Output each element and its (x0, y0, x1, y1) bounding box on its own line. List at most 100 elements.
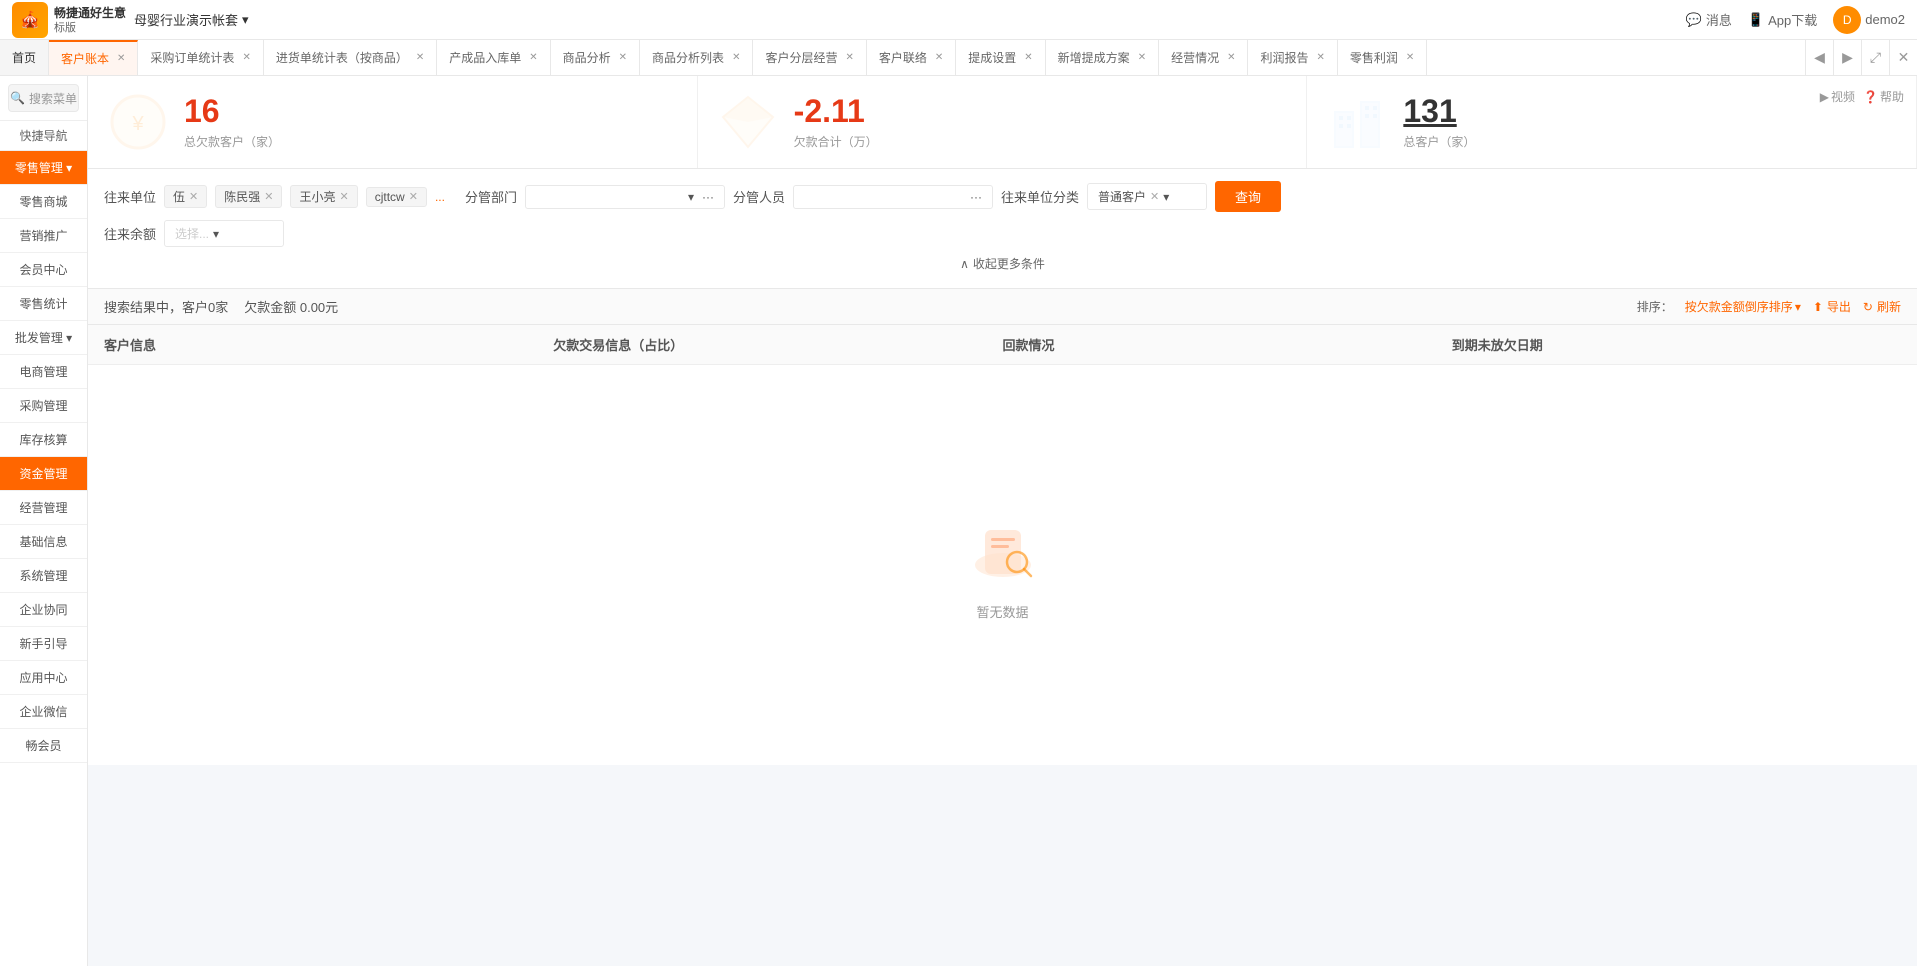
svg-text:¥: ¥ (131, 113, 144, 135)
tab-next-button[interactable]: ▶ (1833, 40, 1861, 76)
tag-close-cjttcw[interactable]: ✕ (409, 190, 418, 203)
chevron-down-icon: ▾ (688, 190, 694, 204)
chevron-up-icon: ∧ (960, 257, 969, 271)
stat-value-total-customers[interactable]: 131 (1403, 95, 1475, 127)
sidebar-item-yingyong-zhongxin[interactable]: 应用中心 (0, 661, 87, 695)
video-help-button[interactable]: ▶ 视频 (1820, 88, 1855, 105)
tag-close-chenminqiang[interactable]: ✕ (264, 190, 273, 203)
query-button[interactable]: 查询 (1215, 181, 1281, 212)
filter-tag-chenminqiang[interactable]: 陈民强 ✕ (215, 185, 282, 208)
user-name: demo2 (1865, 12, 1905, 27)
tab-close-jinhuo-tongji[interactable]: ✕ (416, 52, 424, 63)
tab-close-kehu-benzi[interactable]: ✕ (117, 53, 125, 64)
tag-close-luc[interactable]: ✕ (189, 190, 198, 203)
tab-kehu-benzi[interactable]: 客户账本 ✕ (49, 40, 138, 76)
sidebar-item-lingshoutongji[interactable]: 零售统计 (0, 287, 87, 321)
filter-more-tags[interactable]: ... (435, 190, 445, 204)
tab-close-kehu-lianxi[interactable]: ✕ (935, 52, 943, 63)
filter-tag-luc[interactable]: 伍 ✕ (164, 185, 207, 208)
tab-shangpin-liebo[interactable]: 商品分析列表 ✕ (640, 40, 753, 76)
tab-caigou-tongji[interactable]: 采购订单统计表 ✕ (138, 40, 263, 76)
tab-ticheng-shezhi[interactable]: 提成设置 ✕ (956, 40, 1045, 76)
user-area[interactable]: D demo2 (1833, 6, 1905, 34)
sidebar-item-zijin-guanli[interactable]: 资金管理 (0, 457, 87, 491)
tab-jinhuo-tongji[interactable]: 进货单统计表（按商品） ✕ (264, 40, 437, 76)
sidebar-item-huiyuan-zhongxin[interactable]: 会员中心 (0, 253, 87, 287)
sidebar-item-xinshou-yindao[interactable]: 新手引导 (0, 627, 87, 661)
sidebar-item-chang-huiyuan[interactable]: 畅会员 (0, 729, 87, 763)
sidebar-item-xitong-guanli[interactable]: 系统管理 (0, 559, 87, 593)
stat-card-help: ▶ 视频 ❓ 帮助 (1820, 88, 1904, 105)
export-button[interactable]: ⬆ 导出 (1813, 298, 1851, 315)
help-icon: ❓ (1863, 90, 1878, 104)
tab-jingying-qingkuang[interactable]: 经营情况 ✕ (1159, 40, 1248, 76)
person-select[interactable]: ··· (793, 185, 993, 209)
category-select[interactable]: 普通客户 ✕ ▾ (1087, 183, 1207, 210)
topbar: 🎪 畅捷通好生意 标版 母婴行业演示帐套 ▾ 💬 消息 📱 App下载 D de… (0, 0, 1917, 40)
tab-prev-button[interactable]: ◀ (1805, 40, 1833, 76)
empty-text: 暂无数据 (976, 602, 1028, 621)
tab-lirun-baogao[interactable]: 利润报告 ✕ (1248, 40, 1337, 76)
results-bar-right: 排序： 按欠款金额倒序排序 ▾ ⬆ 导出 ↻ 刷新 (1637, 298, 1901, 315)
tag-close-category[interactable]: ✕ (1150, 190, 1159, 203)
tab-close-chancheng-ruku[interactable]: ✕ (529, 52, 537, 63)
results-summary: 搜索结果中，客户0家 (104, 297, 228, 316)
tab-shangpin-fenxi[interactable]: 商品分析 ✕ (551, 40, 640, 76)
tab-close-shangpin-fenxi[interactable]: ✕ (619, 52, 627, 63)
topbar-selector[interactable]: 母婴行业演示帐套 ▾ (134, 10, 249, 29)
tab-close-kehu-fenceng[interactable]: ✕ (845, 52, 853, 63)
download-icon: 📱 (1748, 12, 1764, 28)
sidebar-item-lingshouguan-li[interactable]: 零售管理 ▾ (0, 151, 87, 185)
doc-help-button[interactable]: ❓ 帮助 (1863, 88, 1904, 105)
tab-lingshoul-irun[interactable]: 零售利润 ✕ (1338, 40, 1427, 76)
stat-card-total-customers: 131 总客户（家） ▶ 视频 ❓ 帮助 (1307, 76, 1917, 168)
tab-home[interactable]: 首页 (0, 40, 49, 76)
chevron-down-icon-amount: ▾ (213, 227, 219, 241)
sidebar-item-jingying-guanli[interactable]: 经营管理 (0, 491, 87, 525)
tab-close-ticheng-shezhi[interactable]: ✕ (1024, 52, 1032, 63)
tab-close-jingying-qingkuang[interactable]: ✕ (1227, 52, 1235, 63)
building-icon (1327, 92, 1387, 152)
amount-select[interactable]: 选择... ▾ (164, 220, 284, 247)
tab-kehu-fenceng[interactable]: 客户分层经营 ✕ (753, 40, 866, 76)
sidebar-item-yingxiao-tuiguang[interactable]: 营销推广 (0, 219, 87, 253)
tab-close-xinzeng-ticheng[interactable]: ✕ (1138, 52, 1146, 63)
sidebar-item-qiye-weixin[interactable]: 企业微信 (0, 695, 87, 729)
tab-expand-button[interactable]: ⤢ (1861, 40, 1889, 76)
tab-actions: ◀ ▶ ⤢ ✕ (1805, 40, 1917, 76)
tab-close-lirun-baogao[interactable]: ✕ (1317, 52, 1325, 63)
filter-tag-wangxiaoliang[interactable]: 王小亮 ✕ (290, 185, 357, 208)
video-icon: ▶ (1820, 90, 1829, 104)
sidebar-item-qiye-xietong[interactable]: 企业协同 (0, 593, 87, 627)
sidebar-item-lingshouguan-shang[interactable]: 零售商城 (0, 185, 87, 219)
sidebar-item-pifa-guanli[interactable]: 批发管理 ▾ (0, 321, 87, 355)
filter-tag-cjttcw[interactable]: cjttcw ✕ (366, 187, 427, 207)
selector-text: 母婴行业演示帐套 (134, 10, 238, 29)
tab-chancheng-ruku[interactable]: 产成品入库单 ✕ (437, 40, 550, 76)
tab-close-lingshoul-irun[interactable]: ✕ (1406, 52, 1414, 63)
collapse-filter-button[interactable]: ∧ 收起更多条件 (104, 255, 1901, 272)
quick-nav-label: 快捷导航 (19, 129, 67, 143)
sidebar-item-dianshang-guanli[interactable]: 电商管理 (0, 355, 87, 389)
results-amount: 欠款金额 0.00元 (244, 297, 338, 316)
search-menu-button[interactable]: 🔍 搜索菜单 (8, 84, 79, 112)
refresh-button[interactable]: ↻ 刷新 (1863, 298, 1901, 315)
sort-select[interactable]: 按欠款金额倒序排序 ▾ (1685, 298, 1801, 315)
category-filter-label: 往来单位分类 (1001, 187, 1079, 206)
sidebar-item-caigou-guanli[interactable]: 采购管理 (0, 389, 87, 423)
quick-nav-button[interactable]: 快捷导航 (0, 121, 87, 151)
tag-close-wangxiaoliang[interactable]: ✕ (340, 190, 349, 203)
tab-xinzeng-ticheng[interactable]: 新增提成方案 ✕ (1046, 40, 1159, 76)
stat-label-debit-customers: 总欠款客户（家） (184, 133, 280, 150)
sidebar-item-jichu-xinxi[interactable]: 基础信息 (0, 525, 87, 559)
search-icon: 🔍 (10, 91, 25, 105)
tab-close-shangpin-liebo[interactable]: ✕ (732, 52, 740, 63)
unit-filter-label: 往来单位 (104, 187, 156, 206)
message-button[interactable]: 💬 消息 (1686, 10, 1732, 29)
app-download-button[interactable]: 📱 App下载 (1748, 10, 1817, 29)
tab-kehu-lianxi[interactable]: 客户联络 ✕ (867, 40, 956, 76)
tab-close-all-button[interactable]: ✕ (1889, 40, 1917, 76)
tab-close-caigou-tongji[interactable]: ✕ (242, 52, 250, 63)
dept-select[interactable]: ▾ ··· (525, 185, 725, 209)
sidebar-item-kucun-hesuan[interactable]: 库存核算 (0, 423, 87, 457)
